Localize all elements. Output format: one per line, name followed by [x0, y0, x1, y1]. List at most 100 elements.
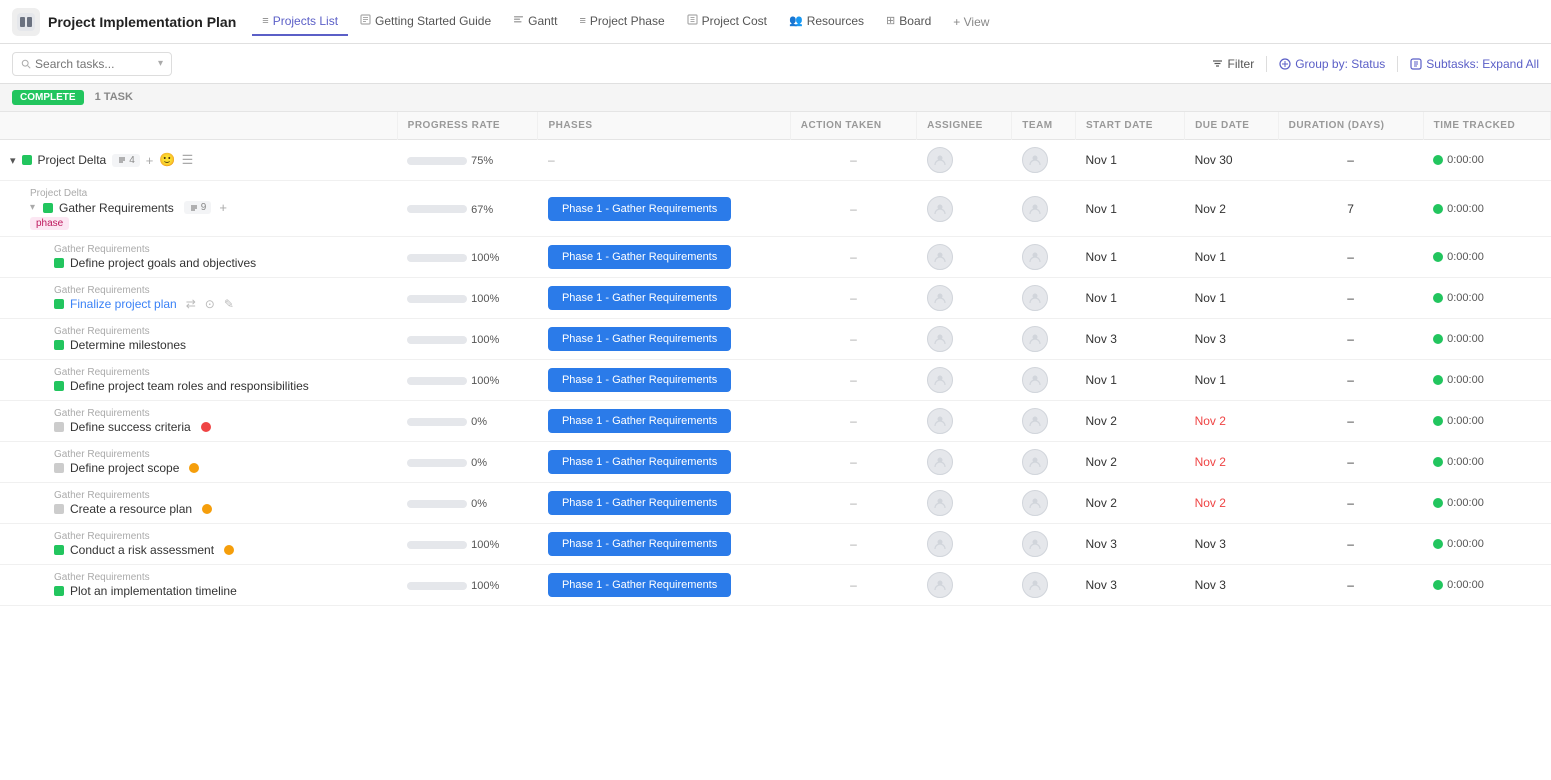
assignee-cell[interactable] [917, 237, 1012, 278]
tab-resources[interactable]: 👥 Resources [779, 8, 874, 36]
team-cell[interactable] [1012, 237, 1076, 278]
phase-button[interactable]: Phase 1 - Gather Requirements [548, 491, 731, 515]
assignee-cell[interactable] [917, 360, 1012, 401]
tab-gantt[interactable]: Gantt [503, 8, 567, 36]
search-dropdown-icon[interactable]: ▾ [158, 58, 163, 69]
team-cell[interactable] [1012, 565, 1076, 606]
expand-icon[interactable]: ▾ [10, 154, 16, 167]
link-icon[interactable]: ⊙ [205, 297, 215, 311]
phase-button[interactable]: Phase 1 - Gather Requirements [548, 450, 731, 474]
team-avatar[interactable] [1022, 326, 1048, 352]
col-start: START DATE [1076, 112, 1185, 140]
team-avatar[interactable] [1022, 285, 1048, 311]
sync-icon[interactable]: ⇄ [186, 297, 196, 311]
team-cell[interactable] [1012, 181, 1076, 237]
phase-button[interactable]: Phase 1 - Gather Requirements [548, 286, 731, 310]
team-cell[interactable] [1012, 483, 1076, 524]
task-name-cell: Gather RequirementsDefine success criter… [0, 401, 397, 442]
assignee-avatar[interactable] [927, 196, 953, 222]
assignee-cell[interactable] [917, 442, 1012, 483]
team-cell[interactable] [1012, 278, 1076, 319]
assignee-cell[interactable] [917, 565, 1012, 606]
progress-pct: 0% [471, 457, 487, 469]
assignee-avatar[interactable] [927, 572, 953, 598]
group-by-button[interactable]: Group by: Status [1279, 57, 1385, 71]
team-avatar[interactable] [1022, 490, 1048, 516]
time-dot [1433, 416, 1443, 426]
assignee-avatar[interactable] [927, 285, 953, 311]
search-box[interactable]: ▾ [12, 52, 172, 76]
tab-icon-phase: ≡ [579, 15, 585, 27]
tab-project-phase[interactable]: ≡ Project Phase [569, 8, 674, 36]
row-menu-icon[interactable]: ☰ [182, 152, 194, 168]
search-input[interactable] [35, 57, 154, 71]
team-avatar[interactable] [1022, 449, 1048, 475]
filter-button[interactable]: Filter [1211, 57, 1255, 71]
nav-tabs: ≡ Projects List Getting Started Guide Ga… [252, 8, 1539, 36]
duration-cell: 7 [1278, 181, 1423, 237]
edit-icon[interactable]: ✎ [224, 297, 234, 311]
team-avatar[interactable] [1022, 147, 1048, 173]
phases-dash: – [548, 153, 555, 167]
group-by-icon [1279, 58, 1291, 70]
team-cell[interactable] [1012, 360, 1076, 401]
action-taken-cell: – [790, 360, 916, 401]
assignee-cell[interactable] [917, 401, 1012, 442]
add-subtask-button[interactable]: + [219, 200, 227, 215]
tab-getting-started[interactable]: Getting Started Guide [350, 8, 501, 36]
time-tracked-value: 0:00:00 [1433, 154, 1540, 166]
assignee-avatar[interactable] [927, 408, 953, 434]
assignee-avatar[interactable] [927, 326, 953, 352]
assignee-cell[interactable] [917, 483, 1012, 524]
assignee-cell[interactable] [917, 181, 1012, 237]
phase-button[interactable]: Phase 1 - Gather Requirements [548, 245, 731, 269]
team-avatar[interactable] [1022, 367, 1048, 393]
progress-pct: 100% [471, 334, 499, 346]
assignee-cell[interactable] [917, 140, 1012, 181]
progress-bar [407, 205, 467, 213]
assignee-avatar[interactable] [927, 449, 953, 475]
tab-board[interactable]: ⊞ Board [876, 8, 941, 36]
action-taken-cell: – [790, 442, 916, 483]
assignee-avatar[interactable] [927, 147, 953, 173]
team-avatar[interactable] [1022, 196, 1048, 222]
subtask-count[interactable]: 9 [184, 201, 212, 214]
team-avatar[interactable] [1022, 531, 1048, 557]
team-avatar[interactable] [1022, 572, 1048, 598]
team-cell[interactable] [1012, 401, 1076, 442]
team-cell[interactable] [1012, 140, 1076, 181]
tab-project-cost[interactable]: Project Cost [677, 8, 777, 36]
expand-icon[interactable]: ▾ [30, 202, 35, 213]
table-row: Gather RequirementsDefine project scope0… [0, 442, 1551, 483]
phase-button[interactable]: Phase 1 - Gather Requirements [548, 409, 731, 433]
add-subtask-button[interactable]: + [146, 153, 154, 168]
col-due: DUE DATE [1185, 112, 1279, 140]
phase-button[interactable]: Phase 1 - Gather Requirements [548, 532, 731, 556]
team-cell[interactable] [1012, 319, 1076, 360]
team-avatar[interactable] [1022, 408, 1048, 434]
assignee-avatar[interactable] [927, 531, 953, 557]
progress-cell: 67% [397, 181, 538, 237]
subtask-count[interactable]: 4 [112, 154, 140, 167]
progress-cell: 0% [397, 483, 538, 524]
team-avatar[interactable] [1022, 244, 1048, 270]
tab-projects-list[interactable]: ≡ Projects List [252, 8, 348, 36]
phase-button[interactable]: Phase 1 - Gather Requirements [548, 327, 731, 351]
time-tracked-cell: 0:00:00 [1423, 181, 1550, 237]
add-view-button[interactable]: + View [943, 9, 999, 35]
assignee-cell[interactable] [917, 278, 1012, 319]
team-cell[interactable] [1012, 524, 1076, 565]
table-row: Gather RequirementsConduct a risk assess… [0, 524, 1551, 565]
phase-button[interactable]: Phase 1 - Gather Requirements [548, 197, 731, 221]
assignee-avatar[interactable] [927, 490, 953, 516]
phase-button[interactable]: Phase 1 - Gather Requirements [548, 573, 731, 597]
assignee-avatar[interactable] [927, 244, 953, 270]
phase-button[interactable]: Phase 1 - Gather Requirements [548, 368, 731, 392]
assignee-cell[interactable] [917, 319, 1012, 360]
time-tracked-value: 0:00:00 [1433, 374, 1540, 386]
assignee-avatar[interactable] [927, 367, 953, 393]
team-cell[interactable] [1012, 442, 1076, 483]
assignee-cell[interactable] [917, 524, 1012, 565]
action-taken-cell: – [790, 524, 916, 565]
subtasks-button[interactable]: Subtasks: Expand All [1410, 57, 1539, 71]
